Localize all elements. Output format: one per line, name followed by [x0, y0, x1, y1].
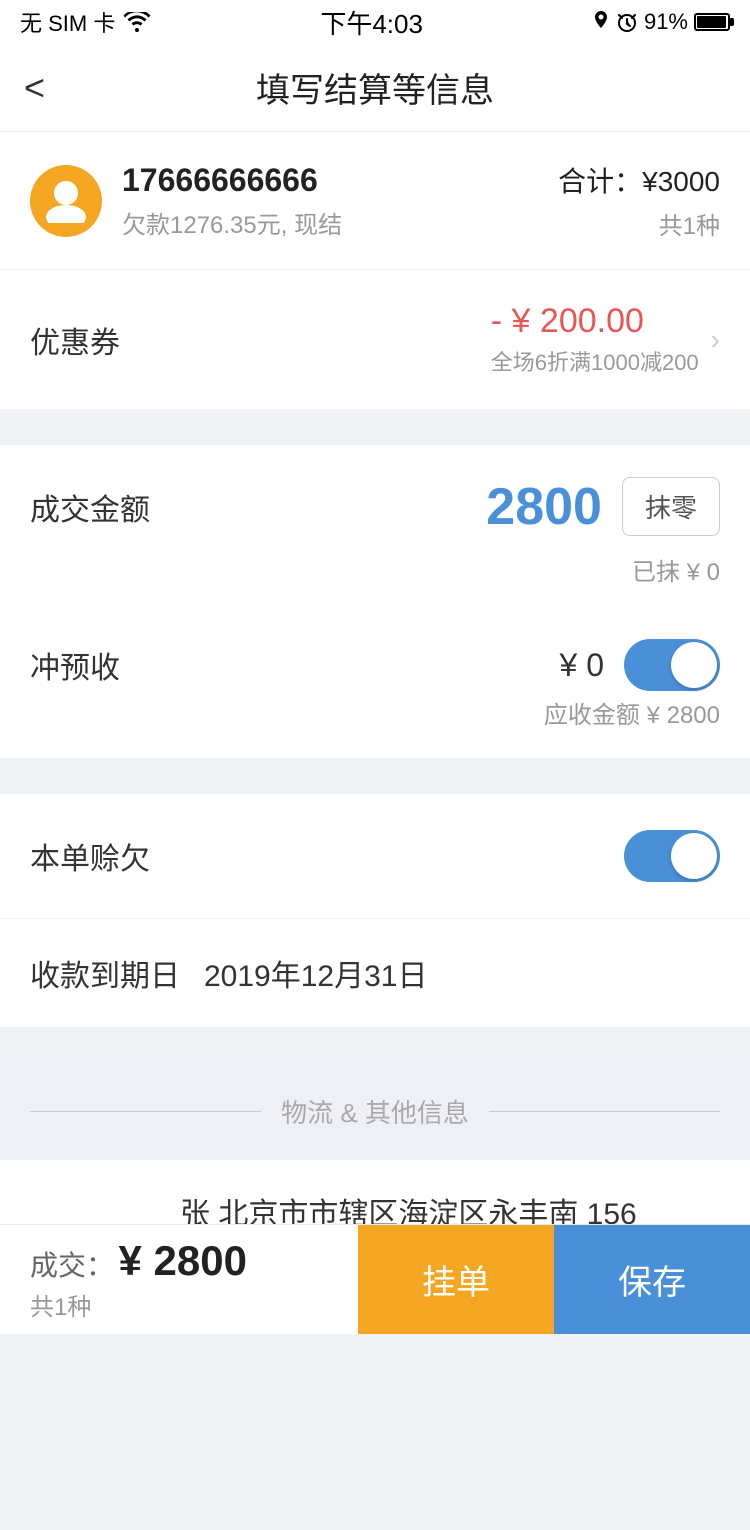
credit-label: 本单赊欠 [30, 834, 150, 878]
back-button[interactable]: < [24, 67, 45, 109]
prepay-row: 冲预收 ¥ 0 [0, 611, 750, 691]
user-phone: 17666666666 [122, 162, 558, 199]
bottom-count: 共1种 [30, 1287, 328, 1322]
coupon-label: 优惠券 [30, 318, 120, 362]
user-total: 合计：¥3000 共1种 [558, 160, 720, 241]
user-info: 17666666666 欠款1276.35元, 现结 [122, 162, 558, 240]
round-button[interactable]: 抹零 [622, 477, 720, 536]
due-label: 收款到期日 [30, 951, 180, 995]
status-bar: 无 SIM 卡 下午4:03 91% [0, 0, 750, 44]
logistics-line-left [30, 1111, 261, 1112]
coupon-info: - ¥ 200.00 全场6折满1000减200 [491, 302, 699, 377]
credit-card: 本单赊欠 收款到期日 2019年12月31日 [0, 794, 750, 1027]
save-button[interactable]: 保存 [554, 1225, 750, 1334]
wifi-icon [123, 12, 151, 32]
user-info-card: 17666666666 欠款1276.35元, 现结 合计：¥3000 共1种 … [0, 132, 750, 409]
deal-amount: 2800 [486, 481, 602, 533]
deal-right: 2800 抹零 [486, 477, 720, 536]
coupon-arrow-icon: › [711, 324, 720, 356]
section-divider-1 [0, 425, 750, 445]
avatar-icon [46, 179, 86, 223]
carrier-text: 无 SIM 卡 [20, 6, 115, 38]
user-debt: 欠款1276.35元, 现结 [122, 205, 558, 240]
total-amount: 合计：¥3000 [558, 160, 720, 200]
logistics-line-right [489, 1111, 720, 1112]
prepay-label: 冲预收 [30, 643, 120, 687]
logistics-text: 物流 & 其他信息 [261, 1093, 489, 1130]
prepay-amount-block: ¥ 0 [560, 647, 604, 684]
deal-row: 成交金额 2800 抹零 [0, 445, 750, 552]
hang-button[interactable]: 挂单 [358, 1225, 554, 1334]
bottom-deal-label: 成交： [30, 1250, 114, 1281]
gray-area [0, 1330, 750, 1530]
nav-bar: < 填写结算等信息 [0, 44, 750, 132]
prepay-toggle[interactable] [624, 639, 720, 691]
status-time: 下午4:03 [320, 4, 423, 41]
prepay-sub: 应收金额 ¥ 2800 [0, 691, 750, 758]
credit-toggle[interactable] [624, 830, 720, 882]
status-left: 无 SIM 卡 [20, 6, 151, 38]
coupon-amount: - ¥ 200.00 [491, 302, 699, 341]
bottom-deal-line: 成交： ¥ 2800 [30, 1237, 328, 1285]
bottom-summary: 成交： ¥ 2800 共1种 [0, 1237, 358, 1322]
bottom-buttons: 挂单 保存 [358, 1225, 750, 1334]
credit-toggle-knob [671, 833, 717, 879]
toggle-knob [671, 642, 717, 688]
user-row: 17666666666 欠款1276.35元, 现结 合计：¥3000 共1种 [0, 132, 750, 270]
deal-amount-card: 成交金额 2800 抹零 已抹 ¥ 0 冲预收 ¥ 0 应收金额 ¥ 2800 [0, 445, 750, 758]
bottom-bar: 成交： ¥ 2800 共1种 挂单 保存 [0, 1224, 750, 1334]
battery-icon [694, 13, 730, 31]
coupon-right: - ¥ 200.00 全场6折满1000减200 › [491, 302, 720, 377]
section-divider-2 [0, 774, 750, 794]
deal-label: 成交金额 [30, 485, 150, 529]
due-date: 2019年12月31日 [204, 951, 427, 995]
coupon-desc: 全场6折满1000减200 [491, 345, 699, 377]
credit-row: 本单赊欠 [0, 794, 750, 918]
logistics-divider: 物流 & 其他信息 [0, 1063, 750, 1160]
alarm-icon [616, 11, 638, 33]
bottom-amount: ¥ 2800 [118, 1237, 246, 1284]
prepay-right: ¥ 0 [560, 639, 720, 691]
deal-sub: 已抹 ¥ 0 [0, 552, 750, 611]
due-date-row: 收款到期日 2019年12月31日 [0, 918, 750, 1027]
avatar [30, 165, 102, 237]
status-right: 91% [592, 9, 730, 35]
prepay-amount: ¥ 0 [560, 647, 604, 684]
page-title: 填写结算等信息 [256, 63, 494, 112]
section-divider-3 [0, 1043, 750, 1063]
location-icon [592, 11, 610, 33]
coupon-row[interactable]: 优惠券 - ¥ 200.00 全场6折满1000减200 › [0, 270, 750, 409]
battery-percent: 91% [644, 9, 688, 35]
total-count: 共1种 [558, 206, 720, 241]
